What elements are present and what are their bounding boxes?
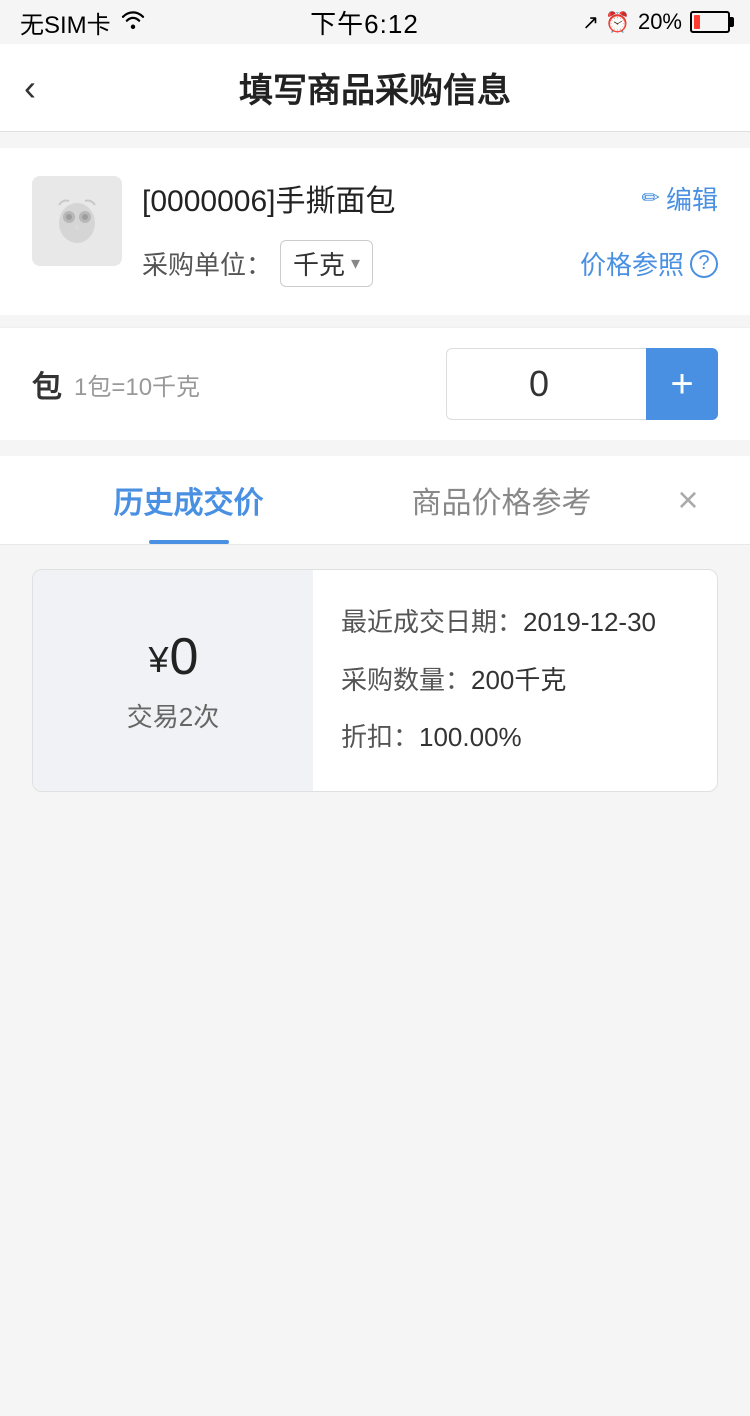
yen-symbol: ¥ <box>149 639 168 680</box>
price-reference-button[interactable]: 价格参照 ? <box>580 245 718 282</box>
tabs-row: 历史成交价 商品价格参考 × <box>0 456 750 545</box>
price-number: 0 <box>170 628 198 686</box>
history-price-card: ¥0 交易2次 最近成交日期：2019-12-30 采购数量：200千克 折扣：… <box>32 569 718 792</box>
product-full-name: [0000006]手撕面包 <box>142 176 395 220</box>
carrier-label: 无SIM卡 <box>20 5 111 40</box>
status-icons: ↗ ⏰ <box>582 10 630 35</box>
tab-close-button[interactable]: × <box>658 470 718 530</box>
tab-price-reference[interactable]: 商品价格参考 <box>345 456 658 544</box>
battery-fill <box>694 15 700 29</box>
discount-line: 折扣：100.00% <box>341 717 689 759</box>
help-icon: ? <box>690 250 718 278</box>
nav-bar: ‹ 填写商品采购信息 <box>0 44 750 132</box>
product-thumbnail <box>32 176 122 266</box>
edit-label: 编辑 <box>666 180 718 217</box>
discount-label: 折扣： <box>341 722 419 752</box>
edit-icon: ✏ <box>642 185 660 211</box>
status-left: 无SIM卡 <box>20 5 147 40</box>
recent-date-value: 2019-12-30 <box>523 607 656 637</box>
qty-unit-badge: 包 <box>32 362 62 406</box>
qty-input-area: + <box>446 348 718 420</box>
back-button[interactable]: ‹ <box>24 67 36 109</box>
tab-price-ref-label: 商品价格参考 <box>412 478 592 522</box>
quantity-input[interactable] <box>446 348 646 420</box>
quantity-row: 包 1包=10千克 + <box>0 327 750 440</box>
back-icon: ‹ <box>24 67 36 109</box>
product-name-row: [0000006]手撕面包 ✏ 编辑 <box>142 176 718 220</box>
dropdown-caret-icon: ▾ <box>351 253 360 274</box>
page-title: 填写商品采购信息 <box>239 63 511 112</box>
price-ref-label: 价格参照 <box>580 245 684 282</box>
unit-select-dropdown[interactable]: 千克 ▾ <box>280 240 373 287</box>
unit-label: 采购单位： <box>142 245 272 282</box>
battery-percent: 20% <box>638 9 682 35</box>
product-info: [0000006]手撕面包 ✏ 编辑 采购单位： 千克 ▾ 价格参照 ? <box>142 176 718 287</box>
location-icon: ↗ <box>582 10 599 35</box>
tab-history-price[interactable]: 历史成交价 <box>32 456 345 544</box>
tab-history-label: 历史成交价 <box>114 478 264 522</box>
history-details-right: 最近成交日期：2019-12-30 采购数量：200千克 折扣：100.00% <box>313 570 717 791</box>
unit-value: 千克 <box>293 245 345 282</box>
purchase-qty-line: 采购数量：200千克 <box>341 660 689 702</box>
status-bar: 无SIM卡 下午6:12 ↗ ⏰ 20% <box>0 0 750 44</box>
unit-select-group: 采购单位： 千克 ▾ <box>142 240 373 287</box>
alarm-icon: ⏰ <box>605 10 630 35</box>
close-icon: × <box>677 479 698 521</box>
battery-icon <box>690 11 730 33</box>
discount-value: 100.00% <box>419 722 522 752</box>
history-price-left: ¥0 交易2次 <box>33 570 313 791</box>
product-card: [0000006]手撕面包 ✏ 编辑 采购单位： 千克 ▾ 价格参照 ? <box>0 148 750 315</box>
unit-row: 采购单位： 千克 ▾ 价格参照 ? <box>142 240 718 287</box>
qty-unit-info: 包 1包=10千克 <box>32 362 200 406</box>
history-price-value: ¥0 <box>149 627 198 687</box>
qty-conversion-label: 1包=10千克 <box>74 367 200 402</box>
wifi-icon <box>119 8 147 36</box>
status-time: 下午6:12 <box>310 4 419 41</box>
transaction-count: 交易2次 <box>127 697 219 734</box>
page-background <box>0 816 750 1416</box>
edit-button[interactable]: ✏ 编辑 <box>642 180 718 217</box>
status-right: ↗ ⏰ 20% <box>582 9 730 35</box>
purchase-qty-label: 采购数量： <box>341 665 471 695</box>
recent-date-line: 最近成交日期：2019-12-30 <box>341 602 689 644</box>
quantity-plus-button[interactable]: + <box>646 348 718 420</box>
recent-date-label: 最近成交日期： <box>341 607 523 637</box>
purchase-qty-value: 200千克 <box>471 665 566 695</box>
